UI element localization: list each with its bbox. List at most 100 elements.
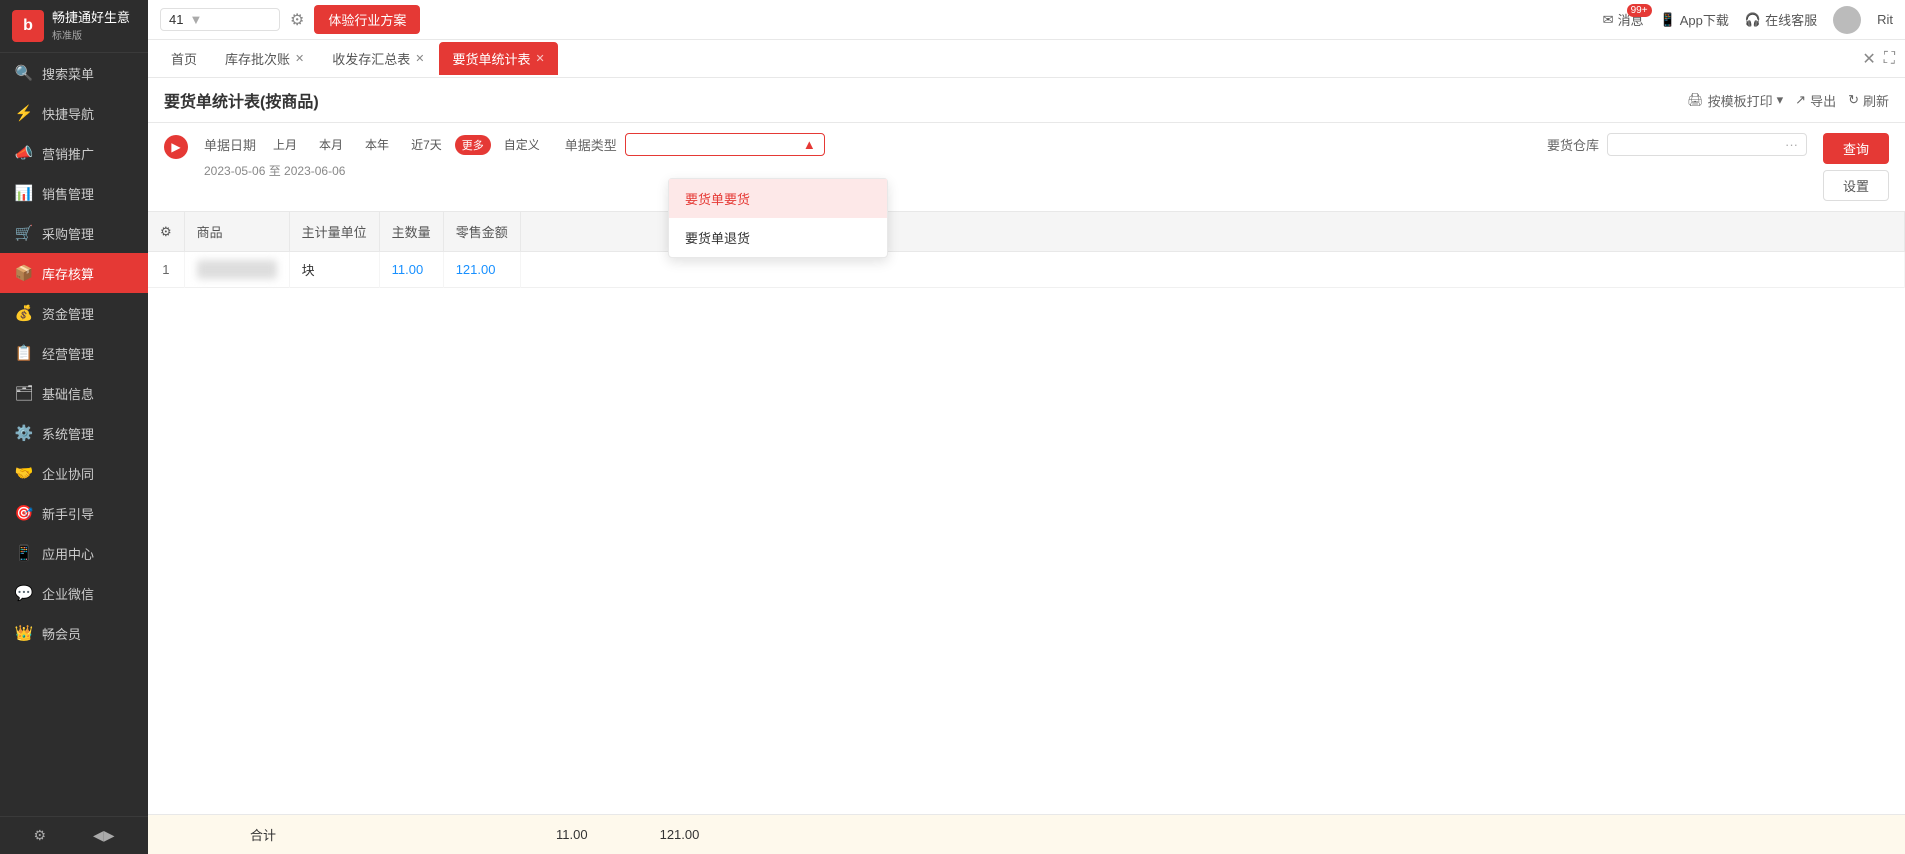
warehouse-filter-label: 要货仓库 — [1547, 135, 1599, 154]
refresh-btn[interactable]: ↻ 刷新 — [1848, 91, 1889, 110]
sidebar-item-vip[interactable]: 👑 畅会员 — [0, 613, 148, 653]
export-icon: ↗ — [1795, 92, 1806, 108]
filter-warehouse-group: 要货仓库 ··· — [1547, 133, 1807, 156]
date-btn-custom[interactable]: 自定义 — [495, 133, 549, 156]
sidebar-item-label: 快捷导航 — [42, 104, 94, 123]
shortcut-icon: ⚡ — [14, 103, 34, 123]
header-right: ✉ 消息 99+ 📱 App下载 🎧 在线客服 Rit — [1603, 6, 1893, 34]
operations-icon: 📋 — [14, 343, 34, 363]
sidebar-item-system[interactable]: ⚙️ 系统管理 — [0, 413, 148, 453]
sidebar-item-label: 系统管理 — [42, 424, 94, 443]
tab-order-stats-label: 要货单统计表 — [452, 49, 530, 68]
filter-action-btns: 查询 设置 — [1823, 133, 1889, 201]
sidebar-nav-list: 🔍 搜索菜单 ⚡ 快捷导航 📣 营销推广 📊 销售管理 🛒 采购管理 📦 库存核… — [0, 53, 148, 816]
print-template-btn[interactable]: 🖨 按模板打印 ▾ — [1687, 91, 1783, 110]
sidebar-item-operations[interactable]: 📋 经营管理 — [0, 333, 148, 373]
vip-icon: 👑 — [14, 623, 34, 643]
tab-inventory-batch-close[interactable]: ✕ — [295, 52, 304, 65]
export-btn[interactable]: ↗ 导出 — [1795, 91, 1836, 110]
settings-gear-header[interactable]: ⚙ — [290, 10, 304, 30]
col-settings[interactable]: ⚙ — [148, 212, 184, 252]
type-dropdown: 要货单要货 要货单退货 — [668, 178, 888, 258]
filter-expand-btn[interactable]: ▶ — [164, 135, 188, 159]
finance-icon: 💰 — [14, 303, 34, 323]
tab-expand-btn[interactable]: ⛶ — [1884, 50, 1895, 68]
online-service-btn[interactable]: 🎧 在线客服 — [1745, 10, 1817, 29]
message-btn[interactable]: ✉ 消息 99+ — [1603, 10, 1644, 29]
filter-type-row: 单据类型 ▲ — [565, 133, 1531, 156]
sidebar-item-basic[interactable]: 🗂 基础信息 — [0, 373, 148, 413]
warehouse-select[interactable]: ··· — [1607, 133, 1807, 156]
sidebar-item-appstore[interactable]: 📱 应用中心 — [0, 533, 148, 573]
tab-close-all-btn[interactable]: ✕ — [1862, 49, 1875, 69]
edition-label: 标准版 — [52, 27, 130, 42]
refresh-icon: ↻ — [1848, 92, 1859, 108]
user-avatar[interactable] — [1833, 6, 1861, 34]
tab-order-stats-close[interactable]: ✕ — [536, 52, 545, 65]
cell-index: 1 — [148, 252, 184, 288]
sidebar-item-label: 库存核算 — [42, 264, 94, 283]
date-btn-more[interactable]: 更多 — [455, 135, 491, 155]
dropdown-item-order-goods[interactable]: 要货单要货 — [669, 179, 887, 218]
tab-inventory-batch[interactable]: 库存批次账 ✕ — [212, 42, 317, 75]
store-selector[interactable]: 41 ▼ — [160, 8, 280, 31]
sidebar: b 畅捷通好生意 标准版 🔍 搜索菜单 ⚡ 快捷导航 📣 营销推广 📊 销售管理… — [0, 0, 148, 854]
sidebar-collapse-btn[interactable]: ◀▶ — [93, 827, 115, 844]
tab-home[interactable]: 首页 — [158, 42, 210, 75]
message-icon: ✉ — [1603, 12, 1614, 28]
col-quantity: 主数量 — [379, 212, 443, 252]
settings-btn[interactable]: 设置 — [1823, 170, 1889, 201]
amount-link[interactable]: 121.00 — [456, 262, 496, 277]
tab-receive-summary[interactable]: 收发存汇总表 ✕ — [319, 42, 437, 75]
marketing-icon: 📣 — [14, 143, 34, 163]
sidebar-item-label: 营销推广 — [42, 144, 94, 163]
cell-amount: 121.00 — [443, 252, 520, 288]
data-table-container: ⚙ 商品 主计量单位 主数量 零售金额 1 某商品名称 — [148, 212, 1905, 814]
sidebar-item-finance[interactable]: 💰 资金管理 — [0, 293, 148, 333]
sidebar-item-purchase[interactable]: 🛒 采购管理 — [0, 213, 148, 253]
tab-home-label: 首页 — [171, 49, 197, 68]
tab-receive-summary-close[interactable]: ✕ — [415, 52, 424, 65]
sidebar-item-marketing[interactable]: 📣 营销推广 — [0, 133, 148, 173]
query-btn[interactable]: 查询 — [1823, 133, 1889, 164]
app-download-btn[interactable]: 📱 App下载 — [1660, 10, 1729, 29]
sidebar-item-sales[interactable]: 📊 销售管理 — [0, 173, 148, 213]
table-settings-gear[interactable]: ⚙ — [160, 224, 172, 239]
sidebar-item-inventory[interactable]: 📦 库存核算 — [0, 253, 148, 293]
trial-btn[interactable]: 体验行业方案 — [314, 5, 420, 34]
dropdown-item-order-return[interactable]: 要货单退货 — [669, 218, 887, 257]
total-amount: 121.00 — [660, 827, 700, 842]
sidebar-item-guide[interactable]: 🎯 新手引导 — [0, 493, 148, 533]
sidebar-item-wechat[interactable]: 💬 企业微信 — [0, 573, 148, 613]
sidebar-item-label: 资金管理 — [42, 304, 94, 323]
type-select[interactable]: ▲ — [625, 133, 825, 156]
system-icon: ⚙️ — [14, 423, 34, 443]
date-btn-this-month[interactable]: 本月 — [310, 133, 352, 156]
sidebar-item-cooperation[interactable]: 🤝 企业协同 — [0, 453, 148, 493]
sales-icon: 📊 — [14, 183, 34, 203]
username-text: Rit — [1877, 12, 1893, 27]
sidebar-settings-btn[interactable]: ⚙ — [33, 827, 46, 844]
date-btn-last-month[interactable]: 上月 — [264, 133, 306, 156]
basic-icon: 🗂 — [14, 383, 34, 403]
appstore-icon: 📱 — [14, 543, 34, 563]
date-range-display: 2023-05-06 至 2023-06-06 — [204, 162, 549, 179]
date-quick-btns: 上月 本月 本年 近7天 更多 自定义 — [264, 133, 549, 156]
tab-order-stats[interactable]: 要货单统计表 ✕ — [439, 42, 557, 75]
quantity-link[interactable]: 11.00 — [392, 262, 424, 277]
print-chevron-icon: ▾ — [1777, 92, 1784, 108]
cooperation-icon: 🤝 — [14, 463, 34, 483]
sidebar-item-label: 采购管理 — [42, 224, 94, 243]
sidebar-footer: ⚙ ◀▶ — [0, 816, 148, 854]
date-filter-label: 单据日期 — [204, 135, 256, 154]
store-dropdown-arrow: ▼ — [189, 12, 202, 27]
date-btn-7days[interactable]: 近7天 — [402, 133, 451, 156]
sidebar-item-shortcut[interactable]: ⚡ 快捷导航 — [0, 93, 148, 133]
phone-icon: 📱 — [1660, 12, 1676, 28]
sidebar-item-search[interactable]: 🔍 搜索菜单 — [0, 53, 148, 93]
page-actions: 🖨 按模板打印 ▾ ↗ 导出 ↻ 刷新 — [1687, 91, 1889, 110]
cell-product: 某商品名称 — [184, 252, 289, 288]
date-btn-this-year[interactable]: 本年 — [356, 133, 398, 156]
sidebar-item-label: 畅会员 — [42, 624, 81, 643]
store-name: 41 — [169, 12, 183, 27]
